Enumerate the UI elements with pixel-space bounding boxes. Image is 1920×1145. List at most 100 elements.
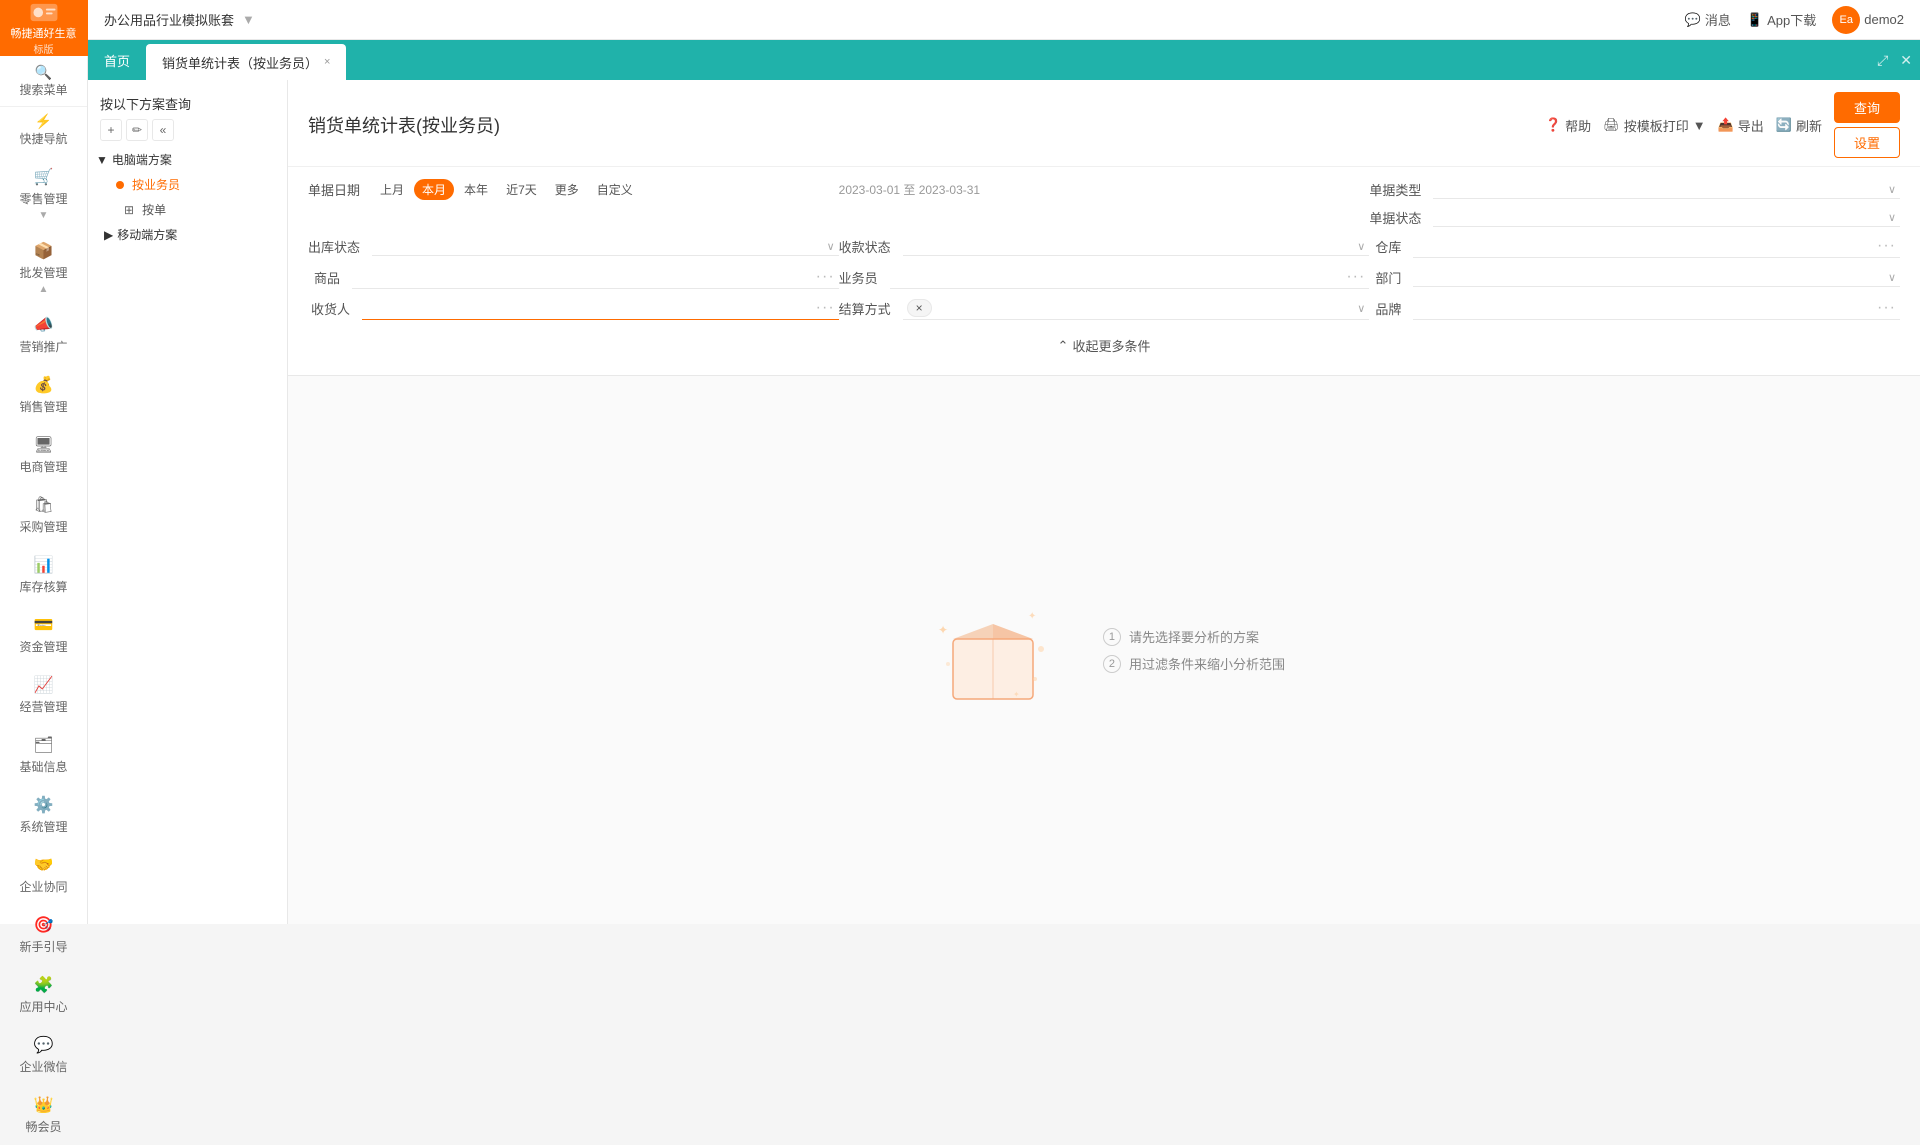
export-icon: 📤 <box>1718 117 1734 133</box>
filter-row-1: 单据日期 上月 本月 本年 近7天 更多 自定义 2023-03-01 至 20… <box>308 179 1900 200</box>
topbar-left: 办公用品行业模拟账套 ▼ <box>104 10 255 29</box>
enterprise-icon: 🤝 <box>34 855 54 875</box>
filter-row-4: 收货人 ··· 结算方式 × ∨ <box>308 297 1900 320</box>
filter-cell-date: 单据日期 上月 本月 本年 近7天 更多 自定义 <box>308 179 839 200</box>
tab-close-btn[interactable]: × <box>324 56 330 68</box>
refresh-btn[interactable]: 🔄 刷新 <box>1776 116 1822 135</box>
query-btn[interactable]: 查询 <box>1834 92 1900 123</box>
collapse-chevron: ⌃ <box>1058 338 1069 354</box>
wholesale-icon: 📦 <box>34 241 54 261</box>
topbar-right: 💬 消息 📱 App下载 Ea demo2 <box>1685 6 1904 34</box>
date-range-text: 2023-03-01 至 2023-03-31 <box>839 181 980 198</box>
app-download-btn[interactable]: 📱 App下载 <box>1747 10 1816 29</box>
help-label: 帮助 <box>1565 116 1591 135</box>
active-tab-label: 销货单统计表（按业务员） <box>162 53 318 72</box>
mobile-scheme-category[interactable]: ▶ 移动端方案 <box>88 222 287 247</box>
doc-status-select[interactable]: ∨ <box>1433 209 1900 227</box>
last-month-btn[interactable]: 上月 <box>372 179 412 200</box>
empty-state-content: ✦ ✦ ✦ 1 请先选择要分析的方案 <box>923 589 1285 712</box>
sidebar-item-ecommerce[interactable]: 🖥 电商管理 <box>0 425 87 485</box>
collapse-panel-btn[interactable]: « <box>152 119 174 141</box>
svg-text:✦: ✦ <box>1013 690 1020 699</box>
receiver-input[interactable]: ··· <box>362 297 839 320</box>
help-btn[interactable]: ❓ 帮助 <box>1545 116 1591 135</box>
brand-dots: ··· <box>1877 299 1896 317</box>
collapse-label: 收起更多条件 <box>1072 336 1150 355</box>
sidebar-item-basic[interactable]: 🗂 基础信息 <box>0 725 87 785</box>
wechat-label: 企业微信 <box>19 1058 67 1075</box>
outbound-label: 出库状态 <box>308 237 368 256</box>
sidebar-item-newbie[interactable]: 🎯 新手引导 <box>0 905 87 965</box>
filter-cell-date-range: 2023-03-01 至 2023-03-31 <box>839 179 1370 200</box>
outbound-select[interactable]: ∨ <box>372 238 839 256</box>
purchase-icon: 🛍 <box>33 495 53 515</box>
quick-nav[interactable]: ⚡ 快捷导航 <box>0 107 87 153</box>
step-2-text: 用过滤条件来缩小分析范围 <box>1129 654 1285 673</box>
step-1-text: 请先选择要分析的方案 <box>1129 627 1259 646</box>
page-header: 销货单统计表(按业务员) ❓ 帮助 🖨 按模板打印 ▼ 📤 导出 <box>288 80 1920 167</box>
custom-btn[interactable]: 自定义 <box>589 179 641 200</box>
more-btn[interactable]: 更多 <box>547 179 587 200</box>
this-month-btn[interactable]: 本月 <box>414 179 454 200</box>
member-icon: 👑 <box>34 1095 54 1115</box>
department-arrow: ∨ <box>1888 271 1896 284</box>
edit-scheme-btn[interactable]: ✏ <box>126 119 148 141</box>
filter-cell-payment: 收款状态 ∨ <box>839 237 1370 256</box>
settlement-select[interactable]: × ∨ <box>903 297 1370 320</box>
query-settings-group: 查询 设置 <box>1834 92 1900 158</box>
sidebar-item-inventory[interactable]: 📊 库存核算 <box>0 545 87 605</box>
sidebar-item-member[interactable]: 👑 畅会员 <box>0 1085 87 1145</box>
product-input[interactable]: ··· <box>352 266 839 289</box>
sidebar-item-apps[interactable]: 🧩 应用中心 <box>0 965 87 1025</box>
payment-select[interactable]: ∨ <box>903 238 1370 256</box>
app-download-label: App下载 <box>1767 10 1816 29</box>
doc-type-select[interactable]: ∨ <box>1433 181 1900 199</box>
user-avatar-area[interactable]: Ea demo2 <box>1832 6 1904 34</box>
tab-maximize-btn[interactable]: ⤢ ✕ <box>1877 52 1912 69</box>
search-label: 搜索菜单 <box>0 81 87 98</box>
sidebar-item-retail[interactable]: 🛒 零售管理 ▼ <box>0 157 87 231</box>
sidebar-item-finance[interactable]: 💳 资金管理 <box>0 605 87 665</box>
brand-input[interactable]: ··· <box>1413 297 1900 320</box>
settlement-tag-remove[interactable]: × <box>916 301 923 315</box>
sidebar-item-enterprise[interactable]: 🤝 企业协同 <box>0 845 87 905</box>
desktop-scheme-label: 电脑端方案 <box>112 151 172 168</box>
retail-icon: 🛒 <box>34 167 54 187</box>
export-btn[interactable]: 📤 导出 <box>1718 116 1764 135</box>
sidebar-item-sales[interactable]: 💰 销售管理 <box>0 365 87 425</box>
settlement-label: 结算方式 <box>839 299 899 318</box>
sidebar-item-wechat[interactable]: 💬 企业微信 <box>0 1025 87 1085</box>
tree-item-by-salesperson[interactable]: 按业务员 <box>88 172 287 197</box>
sidebar-item-system[interactable]: ⚙️ 系统管理 <box>0 785 87 845</box>
sidebar-item-purchase[interactable]: 🛍 采购管理 <box>0 485 87 545</box>
settings-btn[interactable]: 设置 <box>1834 127 1900 158</box>
left-panel-actions: + ✏ « <box>88 119 287 147</box>
add-scheme-btn[interactable]: + <box>100 119 122 141</box>
department-select[interactable]: ∨ <box>1413 269 1900 287</box>
filter-cell-outbound: 出库状态 ∨ <box>308 237 839 256</box>
print-btn[interactable]: 🖨 按模板打印 ▼ <box>1603 116 1705 135</box>
sidebar-item-wholesale[interactable]: 📦 批发管理 ▲ <box>0 231 87 305</box>
close-window-icon[interactable]: ✕ <box>1900 52 1912 68</box>
message-btn[interactable]: 💬 消息 <box>1685 10 1731 29</box>
this-year-btn[interactable]: 本年 <box>456 179 496 200</box>
sidebar-logo: 畅捷通好生意 标版 <box>0 0 88 56</box>
department-label: 部门 <box>1369 268 1409 287</box>
collapse-area: ⌃ 收起更多条件 <box>308 328 1900 363</box>
collapse-btn[interactable]: ⌃ 收起更多条件 <box>1058 332 1151 359</box>
salesperson-label: 业务员 <box>839 268 886 287</box>
product-label: 商品 <box>308 268 348 287</box>
workspace-dropdown-icon[interactable]: ▼ <box>242 12 255 27</box>
tree-item-by-order[interactable]: ⊞ 按单 <box>88 197 287 222</box>
warehouse-input[interactable]: ··· <box>1413 235 1900 258</box>
salesperson-input[interactable]: ··· <box>890 266 1370 289</box>
empty-box-svg: ✦ ✦ ✦ <box>923 589 1063 709</box>
last7-btn[interactable]: 近7天 <box>498 179 545 200</box>
sidebar-search[interactable]: 🔍 搜索菜单 <box>0 56 87 107</box>
sidebar-item-operation[interactable]: 📈 经营管理 <box>0 665 87 725</box>
sidebar-item-marketing[interactable]: 📣 营销推广 <box>0 305 87 365</box>
page-actions: ❓ 帮助 🖨 按模板打印 ▼ 📤 导出 🔄 刷新 <box>1545 92 1900 158</box>
tab-home[interactable]: 首页 <box>88 40 146 80</box>
tab-sales-stat[interactable]: 销货单统计表（按业务员） × <box>146 44 346 80</box>
main-area: 办公用品行业模拟账套 ▼ 💬 消息 📱 App下载 Ea demo2 首页 <box>88 0 1920 924</box>
